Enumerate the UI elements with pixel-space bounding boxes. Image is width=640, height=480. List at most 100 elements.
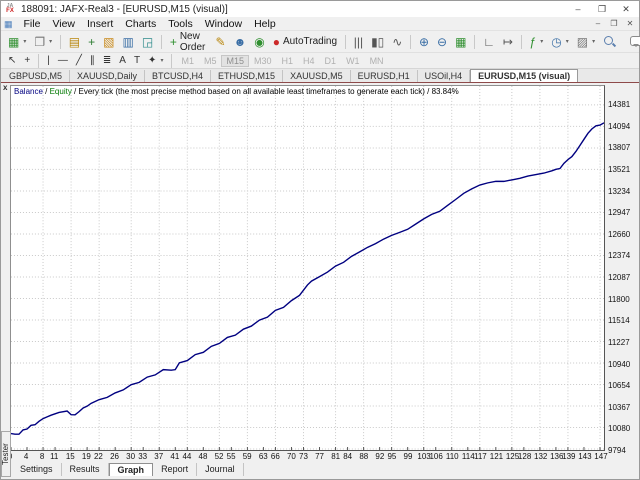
dropdown-arrow-icon[interactable]: ▾ [23, 38, 26, 45]
tester-tab-graph[interactable]: Graph [108, 463, 154, 476]
tester-tab-results[interactable]: Results [62, 463, 109, 476]
child-restore-button[interactable]: ❐ [608, 19, 620, 28]
new-order-icon: + [169, 34, 177, 49]
dropdown-arrow-icon[interactable]: ▾ [49, 38, 52, 45]
chat-bubble-icon-button[interactable] [626, 33, 640, 50]
chat-bubble-icon [630, 35, 640, 48]
tester-tab-journal[interactable]: Journal [197, 463, 244, 476]
metaeditor-icon: ✎ [215, 34, 226, 49]
indicators-icon-button[interactable]: ƒ ▾ [526, 33, 548, 51]
shapes-icon-button[interactable]: ✦ ▾ [144, 53, 167, 68]
autotrading-label: AutoTrading [282, 36, 338, 47]
metaeditor-icon-button[interactable]: ✎ [212, 33, 230, 51]
x-tick-label: 95 [387, 452, 397, 461]
timeframe-m5[interactable]: M5 [199, 55, 222, 67]
x-tick-label: 132 [533, 452, 548, 461]
dropdown-arrow-icon[interactable]: ▾ [540, 38, 543, 45]
autotrading-icon: ● [272, 34, 280, 49]
x-tick-label: 99 [403, 452, 413, 461]
bars-chart-icon-button[interactable]: ||| [350, 33, 367, 51]
timeframe-m15[interactable]: M15 [221, 54, 249, 67]
auto-scroll-icon: ∟ [483, 34, 495, 49]
terminal-icon-button[interactable]: ▥ [118, 33, 137, 51]
chart-tab-gbpusd-m5[interactable]: GBPUSD,M5 [2, 70, 71, 82]
trendline-icon-button[interactable]: ╱ [72, 53, 86, 68]
x-tick-label: 128 [517, 452, 532, 461]
child-minimize-button[interactable]: – [592, 19, 604, 28]
timeframe-w1[interactable]: W1 [341, 55, 365, 67]
autotrading-button[interactable]: ● AutoTrading [269, 33, 341, 51]
y-tick-label: 10080 [608, 424, 631, 434]
new-order-button[interactable]: + New Order [166, 29, 212, 55]
chart-tab-xauusd-m5[interactable]: XAUUSD,M5 [283, 70, 351, 82]
equidistant-channel-icon-button[interactable]: ∥ [86, 53, 99, 68]
chart-tab-eurusd-m15-visual-[interactable]: EURUSD,M15 (visual) [470, 69, 579, 82]
restore-button[interactable]: ❐ [591, 2, 613, 16]
navigator-icon-button[interactable]: ▧ [99, 33, 118, 51]
toolbar-separator [38, 53, 40, 68]
minimize-button[interactable]: – [567, 2, 589, 16]
crosshair-icon-button[interactable]: + [20, 53, 34, 68]
tester-tab-settings[interactable]: Settings [12, 463, 62, 476]
chart-tab-xauusd-daily[interactable]: XAUUSD,Daily [70, 70, 146, 82]
cursor-icon: ↖ [8, 55, 17, 66]
new-chart-icon-button[interactable]: ▦ ▾ [4, 33, 30, 51]
child-close-button[interactable]: ✕ [624, 19, 636, 28]
timeframe-m30[interactable]: M30 [249, 55, 277, 67]
candles-chart-icon-button[interactable]: ▮▯ [367, 33, 388, 51]
chat-icon-button[interactable]: ☻ [230, 33, 251, 51]
chart-shift-icon: ↦ [502, 34, 513, 49]
strategy-tester-icon-button[interactable]: ◲ [138, 33, 157, 51]
chart-tab-usoil-h4[interactable]: USOil,H4 [418, 70, 471, 82]
x-tick-label: 121 [489, 452, 504, 461]
vertical-line-icon-button[interactable]: | [43, 53, 54, 68]
timeframe-d1[interactable]: D1 [320, 55, 342, 67]
vertical-line-icon: | [47, 55, 50, 66]
periods-icon-button[interactable]: ◷ ▾ [547, 33, 573, 51]
timeframes-bar: M1 M5 M15 M30 H1 H4 D1 W1 MN [176, 54, 389, 67]
text-icon-button[interactable]: A [115, 53, 130, 68]
cursor-icon-button[interactable]: ↖ [4, 53, 20, 68]
tester-tab-report[interactable]: Report [153, 463, 198, 476]
equidistant-channel-icon: ∥ [89, 55, 95, 66]
data-window-icon-button[interactable]: + [84, 33, 99, 51]
y-tick-label: 13807 [608, 143, 631, 153]
auto-scroll-icon-button[interactable]: ∟ [479, 33, 499, 51]
tester-close-button[interactable]: x [3, 83, 7, 92]
market-watch-icon-button[interactable]: ▤ [65, 33, 84, 51]
dropdown-arrow-icon[interactable]: ▾ [592, 38, 595, 45]
chart-shift-icon-button[interactable]: ↦ [499, 33, 517, 51]
templates-icon-button[interactable]: ▨ ▾ [573, 33, 599, 51]
crosshair-icon: + [24, 55, 31, 66]
chart-tab-ethusd-m15[interactable]: ETHUSD,M15 [211, 70, 284, 82]
timeframe-h1[interactable]: H1 [277, 55, 299, 67]
y-tick-label: 12087 [608, 273, 631, 283]
news-icon-button[interactable]: ◉ [250, 33, 268, 51]
horizontal-line-icon-button[interactable]: — [54, 53, 72, 68]
chart-tab-eurusd-h1[interactable]: EURUSD,H1 [351, 70, 418, 82]
y-tick-label: 11227 [608, 337, 630, 347]
x-tick-label: 8 [39, 452, 45, 461]
chart-tab-btcusd-h4[interactable]: BTCUSD,H4 [145, 70, 212, 82]
search-icon-button[interactable] [599, 33, 620, 50]
line-chart-icon-button[interactable]: ∿ [388, 33, 406, 51]
timeframe-h4[interactable]: H4 [298, 55, 320, 67]
balance-graph[interactable]: Balance / Equity / Every tick (the most … [10, 85, 605, 451]
dropdown-arrow-icon[interactable]: ▾ [160, 57, 163, 64]
new-chart-icon: ▦ [8, 34, 20, 49]
fibonacci-icon-button[interactable]: ≣ [99, 53, 115, 68]
zoom-out-icon-button[interactable]: ⊖ [433, 33, 451, 51]
timeframe-mn[interactable]: MN [365, 55, 389, 67]
dropdown-arrow-icon[interactable]: ▾ [566, 38, 569, 45]
tile-windows-icon-button[interactable]: ▦ [451, 33, 470, 51]
timeframe-m1[interactable]: M1 [176, 55, 199, 67]
market-watch-icon: ▤ [68, 34, 81, 49]
toolbar-separator [171, 53, 173, 68]
text-label-icon-button[interactable]: T [130, 53, 144, 68]
close-button[interactable]: ✕ [615, 2, 637, 16]
profiles-icon-button[interactable]: ❐ ▾ [30, 33, 56, 51]
balance-chart-svg [11, 86, 604, 450]
zoom-in-icon-button[interactable]: ⊕ [415, 33, 433, 51]
tester-caption[interactable]: Tester [1, 431, 11, 477]
x-tick-label: 33 [138, 452, 148, 461]
